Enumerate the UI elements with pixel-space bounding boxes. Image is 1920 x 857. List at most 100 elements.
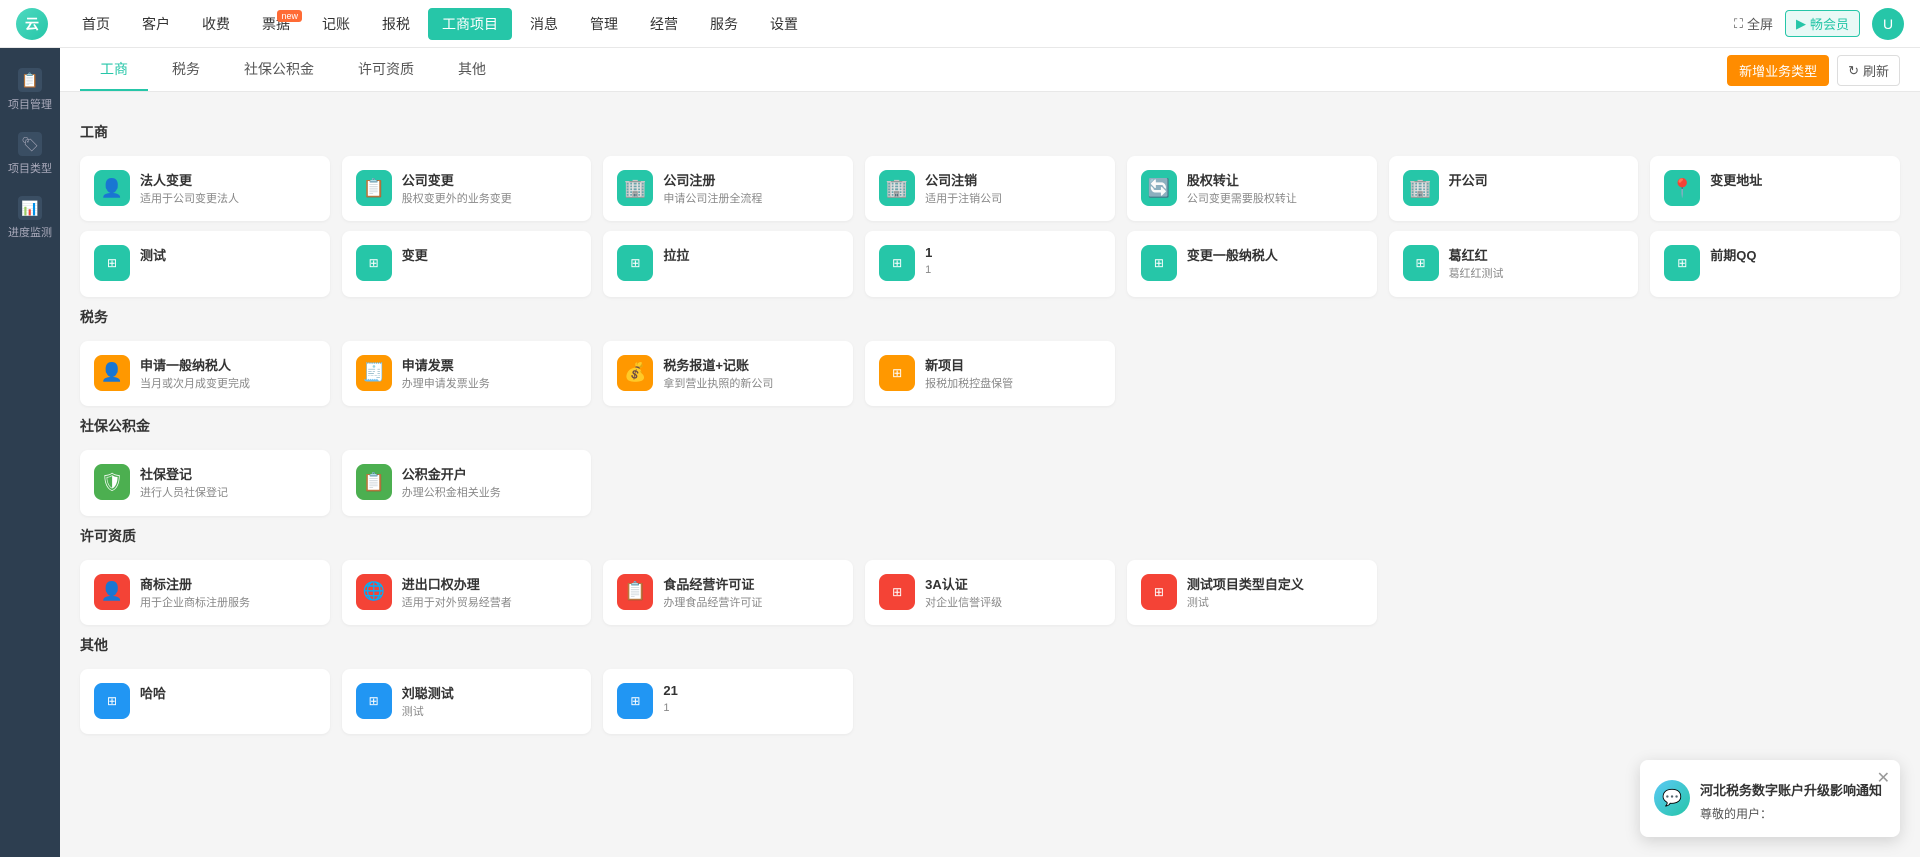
card-icon-test-type: ⊞ [1141, 574, 1177, 610]
card-3a-cert[interactable]: ⊞ 3A认证 对企业信誉评级 [865, 560, 1115, 625]
card-desc-trademark: 用于企业商标注册服务 [140, 596, 316, 611]
refresh-label: 刷新 [1863, 61, 1889, 80]
sidebar-item-project-manage[interactable]: 📋 项目管理 [0, 58, 60, 122]
card-gehonghong[interactable]: ⊞ 葛红红 葛红红测试 [1389, 231, 1639, 296]
tab-shuiwu[interactable]: 税务 [152, 49, 220, 91]
nav-items: 首页 客户 收费 票据new 记账 报税 工商项目 消息 管理 经营 服务 设置 [68, 8, 1734, 40]
card-equity-transfer[interactable]: 🔄 股权转让 公司变更需要股权转让 [1127, 156, 1377, 221]
nav-accounting[interactable]: 记账 [308, 8, 364, 40]
card-company-change[interactable]: 📋 公司变更 股权变更外的业务变更 [342, 156, 592, 221]
card-icon-haha: ⊞ [94, 683, 130, 719]
card-test1[interactable]: ⊞ 测试 [80, 231, 330, 296]
card-apply-invoice[interactable]: 🧾 申请发票 办理申请发票业务 [342, 341, 592, 406]
card-title-test-type: 测试项目类型自定义 [1187, 574, 1363, 593]
card-company-register[interactable]: 🏢 公司注册 申请公司注册全流程 [603, 156, 853, 221]
content-area: 工商 👤 法人变更 适用于公司变更法人 📋 公司变更 股权变更外的业务变更 🏢 [60, 92, 1920, 764]
card-text-gehonghong: 葛红红 葛红红测试 [1449, 245, 1625, 282]
card-desc-food: 办理食品经营许可证 [663, 596, 839, 611]
tab-bar: 工商 税务 社保公积金 许可资质 其他 新增业务类型 ↻ 刷新 [60, 48, 1920, 92]
card-desc-import-export: 适用于对外贸易经营者 [402, 596, 578, 611]
card-title-qianqi: 前期QQ [1710, 245, 1886, 264]
nav-ticket[interactable]: 票据new [248, 8, 304, 40]
gongshang-cards-row1: 👤 法人变更 适用于公司变更法人 📋 公司变更 股权变更外的业务变更 🏢 公司注… [80, 156, 1900, 221]
card-text-qianqi: 前期QQ [1710, 245, 1886, 267]
tab-xuke[interactable]: 许可资质 [338, 49, 434, 91]
card-desc-company-change: 股权变更外的业务变更 [402, 192, 578, 207]
card-text-provident: 公积金开户 办理公积金相关业务 [402, 464, 578, 501]
card-icon-change-tax: ⊞ [1141, 245, 1177, 281]
sidebar-label-project-manage: 项目管理 [8, 96, 52, 112]
card-provident-fund[interactable]: 📋 公积金开户 办理公积金相关业务 [342, 450, 592, 515]
card-apply-tax[interactable]: 👤 申请一般纳税人 当月或次月成变更完成 [80, 341, 330, 406]
card-tax-report[interactable]: 💰 税务报道+记账 拿到营业执照的新公司 [603, 341, 853, 406]
card-test-type[interactable]: ⊞ 测试项目类型自定义 测试 [1127, 560, 1377, 625]
card-open-company[interactable]: 🏢 开公司 [1389, 156, 1639, 221]
new-type-button[interactable]: 新增业务类型 [1727, 55, 1829, 86]
card-desc-21: 1 [663, 701, 839, 716]
card-lala[interactable]: ⊞ 拉拉 [603, 231, 853, 296]
section-title-shebao: 社保公积金 [80, 416, 1900, 436]
progress-icon: 📊 [18, 196, 42, 220]
card-text-haha: 哈哈 [140, 683, 316, 705]
card-text-3a: 3A认证 对企业信誉评级 [925, 574, 1101, 611]
member-button[interactable]: ▶ 畅会员 [1785, 10, 1860, 37]
card-title-social: 社保登记 [140, 464, 316, 483]
card-text-apply-tax: 申请一般纳税人 当月或次月成变更完成 [140, 355, 316, 392]
card-social-security[interactable]: 🛡 社保登记 进行人员社保登记 [80, 450, 330, 515]
nav-home[interactable]: 首页 [68, 8, 124, 40]
notification-close-button[interactable]: ✕ [1877, 768, 1890, 788]
nav-fee[interactable]: 收费 [188, 8, 244, 40]
card-one[interactable]: ⊞ 1 1 [865, 231, 1115, 296]
card-haha[interactable]: ⊞ 哈哈 [80, 669, 330, 734]
nav-settings[interactable]: 设置 [756, 8, 812, 40]
nav-manage[interactable]: 管理 [576, 8, 632, 40]
sidebar-item-progress[interactable]: 📊 进度监测 [0, 186, 60, 250]
section-title-qita: 其他 [80, 635, 1900, 655]
sidebar-item-project-type[interactable]: 🏷 项目类型 [0, 122, 60, 186]
card-text-new-project: 新项目 报税加税控盘保管 [925, 355, 1101, 392]
card-icon-one: ⊞ [879, 245, 915, 281]
notification-avatar-icon: 💬 [1654, 780, 1690, 816]
card-icon-liucong: ⊞ [356, 683, 392, 719]
nav-service[interactable]: 服务 [696, 8, 752, 40]
card-text-equity: 股权转让 公司变更需要股权转让 [1187, 170, 1363, 207]
card-trademark[interactable]: 👤 商标注册 用于企业商标注册服务 [80, 560, 330, 625]
card-icon-company-change: 📋 [356, 170, 392, 206]
member-label: 畅会员 [1810, 14, 1849, 33]
nav-customer[interactable]: 客户 [128, 8, 184, 40]
card-import-export[interactable]: 🌐 进出口权办理 适用于对外贸易经营者 [342, 560, 592, 625]
tab-shebao[interactable]: 社保公积金 [224, 49, 334, 91]
fullscreen-button[interactable]: ⛶ 全屏 [1734, 14, 1773, 33]
card-desc-apply-tax: 当月或次月成变更完成 [140, 377, 316, 392]
shebao-cards: 🛡 社保登记 进行人员社保登记 📋 公积金开户 办理公积金相关业务 [80, 450, 1900, 515]
card-food-license[interactable]: 📋 食品经营许可证 办理食品经营许可证 [603, 560, 853, 625]
user-avatar[interactable]: U [1872, 8, 1904, 40]
card-text-one: 1 1 [925, 245, 1101, 278]
card-icon-3a: ⊞ [879, 574, 915, 610]
card-desc-tax-report: 拿到营业执照的新公司 [663, 377, 839, 392]
tab-qita[interactable]: 其他 [438, 49, 506, 91]
card-qianqi-qq[interactable]: ⊞ 前期QQ [1650, 231, 1900, 296]
notification-content: 河北税务数字账户升级影响通知 尊敬的用户： [1700, 780, 1882, 823]
nav-message[interactable]: 消息 [516, 8, 572, 40]
card-fazhi-biangeng[interactable]: 👤 法人变更 适用于公司变更法人 [80, 156, 330, 221]
nav-tax[interactable]: 报税 [368, 8, 424, 40]
card-change-address[interactable]: 📍 变更地址 [1650, 156, 1900, 221]
tab-gongshang[interactable]: 工商 [80, 49, 148, 91]
card-21[interactable]: ⊞ 21 1 [603, 669, 853, 734]
card-new-project[interactable]: ⊞ 新项目 报税加税控盘保管 [865, 341, 1115, 406]
card-text-apply-invoice: 申请发票 办理申请发票业务 [402, 355, 578, 392]
card-liucong-test[interactable]: ⊞ 刘聪测试 测试 [342, 669, 592, 734]
refresh-button[interactable]: ↻ 刷新 [1837, 55, 1900, 86]
card-change-tax[interactable]: ⊞ 变更一般纳税人 [1127, 231, 1377, 296]
card-desc-apply-invoice: 办理申请发票业务 [402, 377, 578, 392]
card-company-cancel[interactable]: 🏢 公司注销 适用于注销公司 [865, 156, 1115, 221]
notification-title: 河北税务数字账户升级影响通知 [1700, 780, 1882, 799]
nav-operation[interactable]: 经营 [636, 8, 692, 40]
main-content: 工商 税务 社保公积金 许可资质 其他 新增业务类型 ↻ 刷新 工商 👤 法人变… [60, 48, 1920, 857]
nav-industrial[interactable]: 工商项目 [428, 8, 512, 40]
card-desc-new-project: 报税加税控盘保管 [925, 377, 1101, 392]
card-text-import-export: 进出口权办理 适用于对外贸易经营者 [402, 574, 578, 611]
card-desc-cancel: 适用于注销公司 [925, 192, 1101, 207]
card-change1[interactable]: ⊞ 变更 [342, 231, 592, 296]
